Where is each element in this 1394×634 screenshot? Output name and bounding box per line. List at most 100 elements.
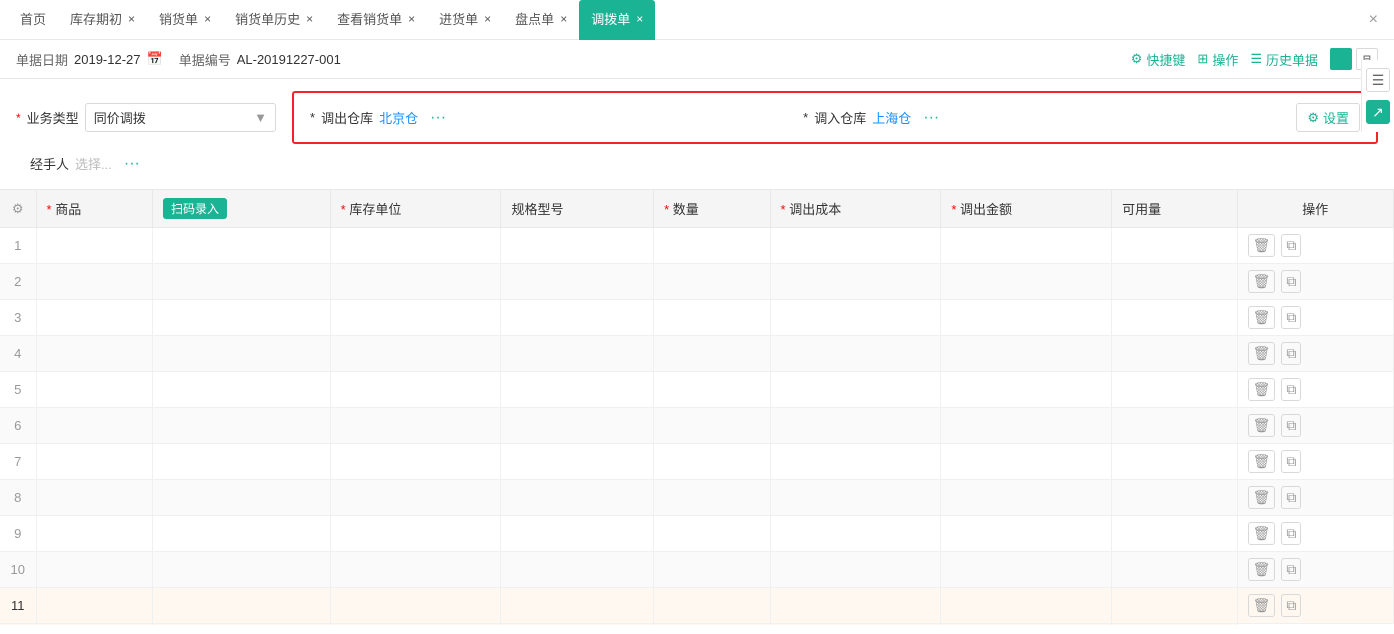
unit-cell[interactable]	[330, 408, 501, 444]
unit-cell[interactable]	[330, 444, 501, 480]
qty-cell[interactable]	[654, 516, 770, 552]
product-cell[interactable]	[36, 264, 152, 300]
copy-row-button[interactable]: ⧉	[1281, 450, 1301, 473]
product-cell[interactable]	[36, 372, 152, 408]
spec-cell[interactable]	[501, 336, 654, 372]
spec-cell[interactable]	[501, 372, 654, 408]
cost-cell[interactable]	[770, 264, 941, 300]
product-cell[interactable]	[36, 480, 152, 516]
delete-row-button[interactable]: 🗑	[1248, 306, 1276, 329]
amount-cell[interactable]	[941, 480, 1112, 516]
sidebar-export-icon[interactable]: ↗	[1366, 100, 1390, 124]
delete-row-button[interactable]: 🗑	[1248, 450, 1276, 473]
amount-cell[interactable]	[941, 444, 1112, 480]
calendar-icon[interactable]: 📅	[147, 51, 163, 67]
delete-row-button[interactable]: 🗑	[1248, 486, 1276, 509]
tab-view-sales-close[interactable]: ×	[408, 12, 415, 26]
tab-sales-history-close[interactable]: ×	[306, 12, 313, 26]
delete-row-button[interactable]: 🗑	[1248, 522, 1276, 545]
spec-cell[interactable]	[501, 444, 654, 480]
product-cell[interactable]	[36, 300, 152, 336]
product-cell[interactable]	[36, 336, 152, 372]
copy-row-button[interactable]: ⧉	[1281, 342, 1301, 365]
tab-sales-order[interactable]: 销货单 ×	[147, 0, 223, 40]
cost-cell[interactable]	[770, 300, 941, 336]
delete-row-button[interactable]: 🗑	[1248, 234, 1276, 257]
qty-cell[interactable]	[654, 480, 770, 516]
copy-row-button[interactable]: ⧉	[1281, 486, 1301, 509]
amount-cell[interactable]	[941, 228, 1112, 264]
unit-cell[interactable]	[330, 552, 501, 588]
close-all-button[interactable]: ×	[1361, 7, 1386, 33]
copy-row-button[interactable]: ⧉	[1281, 234, 1301, 257]
delete-row-button[interactable]: 🗑	[1248, 342, 1276, 365]
qty-cell[interactable]	[654, 444, 770, 480]
tab-transfer-close[interactable]: ×	[636, 12, 643, 26]
unit-cell[interactable]	[330, 516, 501, 552]
qty-cell[interactable]	[654, 588, 770, 624]
cost-cell[interactable]	[770, 588, 941, 624]
delete-row-button[interactable]: 🗑	[1248, 594, 1276, 617]
unit-cell[interactable]	[330, 300, 501, 336]
amount-cell[interactable]	[941, 372, 1112, 408]
out-warehouse-value[interactable]: 北京仓	[379, 108, 418, 127]
gear-icon[interactable]: ⚙	[12, 201, 24, 216]
operations-button[interactable]: ⊞ 操作	[1197, 50, 1238, 69]
delete-row-button[interactable]: 🗑	[1248, 414, 1276, 437]
cost-cell[interactable]	[770, 408, 941, 444]
product-cell[interactable]	[36, 516, 152, 552]
history-button[interactable]: ☰ 历史单据	[1250, 50, 1318, 69]
qty-cell[interactable]	[654, 552, 770, 588]
spec-cell[interactable]	[501, 516, 654, 552]
product-cell[interactable]	[36, 408, 152, 444]
in-warehouse-value[interactable]: 上海仓	[872, 108, 911, 127]
cost-cell[interactable]	[770, 336, 941, 372]
spec-cell[interactable]	[501, 228, 654, 264]
qty-cell[interactable]	[654, 300, 770, 336]
cost-cell[interactable]	[770, 552, 941, 588]
copy-row-button[interactable]: ⧉	[1281, 378, 1301, 401]
cost-cell[interactable]	[770, 480, 941, 516]
tab-purchase-close[interactable]: ×	[484, 12, 491, 26]
spec-cell[interactable]	[501, 300, 654, 336]
tab-sales-order-close[interactable]: ×	[204, 12, 211, 26]
amount-cell[interactable]	[941, 516, 1112, 552]
tab-sales-history[interactable]: 销货单历史 ×	[223, 0, 325, 40]
tab-stocktake[interactable]: 盘点单 ×	[503, 0, 579, 40]
unit-cell[interactable]	[330, 336, 501, 372]
amount-cell[interactable]	[941, 552, 1112, 588]
amount-cell[interactable]	[941, 588, 1112, 624]
tab-home[interactable]: 首页	[8, 0, 58, 40]
amount-cell[interactable]	[941, 300, 1112, 336]
layout-button-1[interactable]	[1330, 48, 1352, 70]
amount-cell[interactable]	[941, 264, 1112, 300]
product-cell[interactable]	[36, 444, 152, 480]
amount-cell[interactable]	[941, 336, 1112, 372]
unit-cell[interactable]	[330, 264, 501, 300]
qty-cell[interactable]	[654, 372, 770, 408]
unit-cell[interactable]	[330, 372, 501, 408]
amount-cell[interactable]	[941, 408, 1112, 444]
copy-row-button[interactable]: ⧉	[1281, 594, 1301, 617]
in-warehouse-dots[interactable]: ···	[923, 109, 939, 127]
tab-purchase[interactable]: 进货单 ×	[427, 0, 503, 40]
qty-cell[interactable]	[654, 336, 770, 372]
gear-header[interactable]: ⚙	[0, 190, 36, 228]
person-select[interactable]: 选择...	[75, 154, 112, 173]
business-type-select[interactable]: 同价调拨 ▼	[85, 103, 276, 132]
copy-row-button[interactable]: ⧉	[1281, 306, 1301, 329]
unit-cell[interactable]	[330, 228, 501, 264]
shortcuts-button[interactable]: ⚙ 快捷键	[1131, 50, 1186, 69]
copy-row-button[interactable]: ⧉	[1281, 414, 1301, 437]
spec-cell[interactable]	[501, 408, 654, 444]
spec-cell[interactable]	[501, 588, 654, 624]
sidebar-list-icon[interactable]: ☰	[1366, 68, 1390, 92]
tab-inventory-init[interactable]: 库存期初 ×	[58, 0, 147, 40]
cost-cell[interactable]	[770, 372, 941, 408]
unit-cell[interactable]	[330, 588, 501, 624]
copy-row-button[interactable]: ⧉	[1281, 522, 1301, 545]
delete-row-button[interactable]: 🗑	[1248, 558, 1276, 581]
delete-row-button[interactable]: 🗑	[1248, 270, 1276, 293]
delete-row-button[interactable]: 🗑	[1248, 378, 1276, 401]
cost-cell[interactable]	[770, 444, 941, 480]
